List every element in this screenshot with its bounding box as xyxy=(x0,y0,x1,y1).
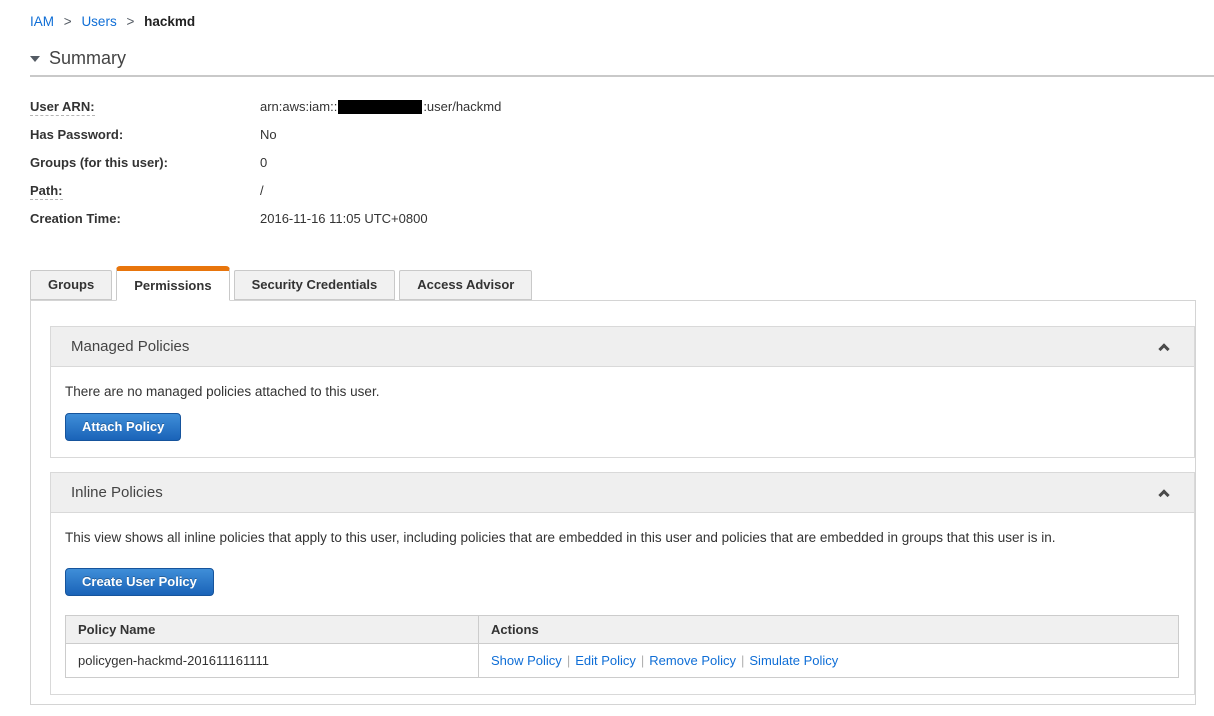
inline-policies-header[interactable]: Inline Policies xyxy=(51,473,1194,513)
inline-policies-section: Inline Policies This view shows all inli… xyxy=(50,472,1195,695)
field-row-creation-time: Creation Time: 2016-11-16 11:05 UTC+0800 xyxy=(30,204,1214,232)
tab-permissions[interactable]: Permissions xyxy=(116,266,230,301)
inline-policies-title: Inline Policies xyxy=(71,484,163,501)
column-header-actions: Actions xyxy=(478,615,1179,644)
summary-section-header: Summary xyxy=(30,48,1214,69)
breadcrumb-current-user: hackmd xyxy=(144,14,196,29)
tab-groups[interactable]: Groups xyxy=(30,270,113,300)
managed-policies-body: There are no managed policies attached t… xyxy=(51,367,1194,457)
redacted-account-id xyxy=(338,99,423,114)
permissions-tab-panel: Managed Policies There are no managed po… xyxy=(30,300,1196,705)
arn-prefix: arn:aws:iam:: xyxy=(260,98,338,114)
managed-policies-empty-text: There are no managed policies attached t… xyxy=(65,384,380,399)
actions-separator: | xyxy=(566,653,571,668)
field-label-creation-time: Creation Time: xyxy=(30,210,121,226)
summary-title: Summary xyxy=(49,48,127,68)
field-value-path: / xyxy=(260,182,264,198)
managed-policies-title: Managed Policies xyxy=(71,338,190,355)
tab-security-credentials[interactable]: Security Credentials xyxy=(233,270,396,300)
managed-policies-section: Managed Policies There are no managed po… xyxy=(50,326,1195,458)
field-row-groups: Groups (for this user): 0 xyxy=(30,148,1214,176)
field-row-has-password: Has Password: No xyxy=(30,120,1214,148)
table-header-row: Policy Name Actions xyxy=(65,615,1179,644)
show-policy-link[interactable]: Show Policy xyxy=(491,653,562,668)
remove-policy-link[interactable]: Remove Policy xyxy=(649,653,736,668)
actions-separator: | xyxy=(741,653,745,668)
policy-name-cell: policygen-hackmd-201611161111 xyxy=(65,643,479,678)
actions-separator: | xyxy=(640,653,645,668)
summary-divider xyxy=(30,75,1214,77)
breadcrumb-link-iam[interactable]: IAM xyxy=(30,14,54,29)
collapse-triangle-icon[interactable] xyxy=(30,55,40,62)
breadcrumb-separator: > xyxy=(126,14,135,29)
table-row: policygen-hackmd-201611161111 Show Polic… xyxy=(65,643,1179,678)
summary-fields: User ARN: arn:aws:iam:::user/hackmd Has … xyxy=(30,92,1214,232)
column-header-policy-name: Policy Name xyxy=(65,615,479,644)
inline-policies-table: Policy Name Actions policygen-hackmd-201… xyxy=(65,615,1179,678)
field-value-groups: 0 xyxy=(260,154,268,170)
inline-policies-description: This view shows all inline policies that… xyxy=(65,530,1056,545)
edit-policy-link[interactable]: Edit Policy xyxy=(575,653,636,668)
managed-policies-header[interactable]: Managed Policies xyxy=(51,327,1194,367)
field-value-has-password: No xyxy=(260,126,277,142)
chevron-up-icon[interactable] xyxy=(1158,489,1170,501)
field-label-groups: Groups (for this user): xyxy=(30,154,168,170)
breadcrumb: IAM > Users > hackmd xyxy=(30,14,1214,29)
create-user-policy-button[interactable]: Create User Policy xyxy=(65,568,214,596)
arn-suffix: :user/hackmd xyxy=(423,98,502,114)
iam-user-detail-page: IAM > Users > hackmd Summary User ARN: a… xyxy=(0,14,1214,705)
field-value-creation-time: 2016-11-16 11:05 UTC+0800 xyxy=(260,210,428,226)
attach-policy-button[interactable]: Attach Policy xyxy=(65,413,182,441)
field-label-path: Path: xyxy=(30,182,63,200)
tab-access-advisor[interactable]: Access Advisor xyxy=(399,270,533,300)
field-label-has-password: Has Password: xyxy=(30,126,124,142)
field-label-user-arn: User ARN: xyxy=(30,98,95,116)
field-value-user-arn: arn:aws:iam:::user/hackmd xyxy=(260,99,501,114)
inline-policies-body: This view shows all inline policies that… xyxy=(51,513,1194,694)
chevron-up-icon[interactable] xyxy=(1158,343,1170,355)
tab-bar: Groups Permissions Security Credentials … xyxy=(30,266,1214,301)
breadcrumb-separator: > xyxy=(63,14,72,29)
field-row-path: Path: / xyxy=(30,176,1214,204)
simulate-policy-link[interactable]: Simulate Policy xyxy=(749,653,838,668)
actions-cell: Show Policy | Edit Policy | Remove Policy | Si… xyxy=(478,643,1179,678)
field-row-user-arn: User ARN: arn:aws:iam:::user/hackmd xyxy=(30,92,1214,120)
breadcrumb-link-users[interactable]: Users xyxy=(81,14,116,29)
